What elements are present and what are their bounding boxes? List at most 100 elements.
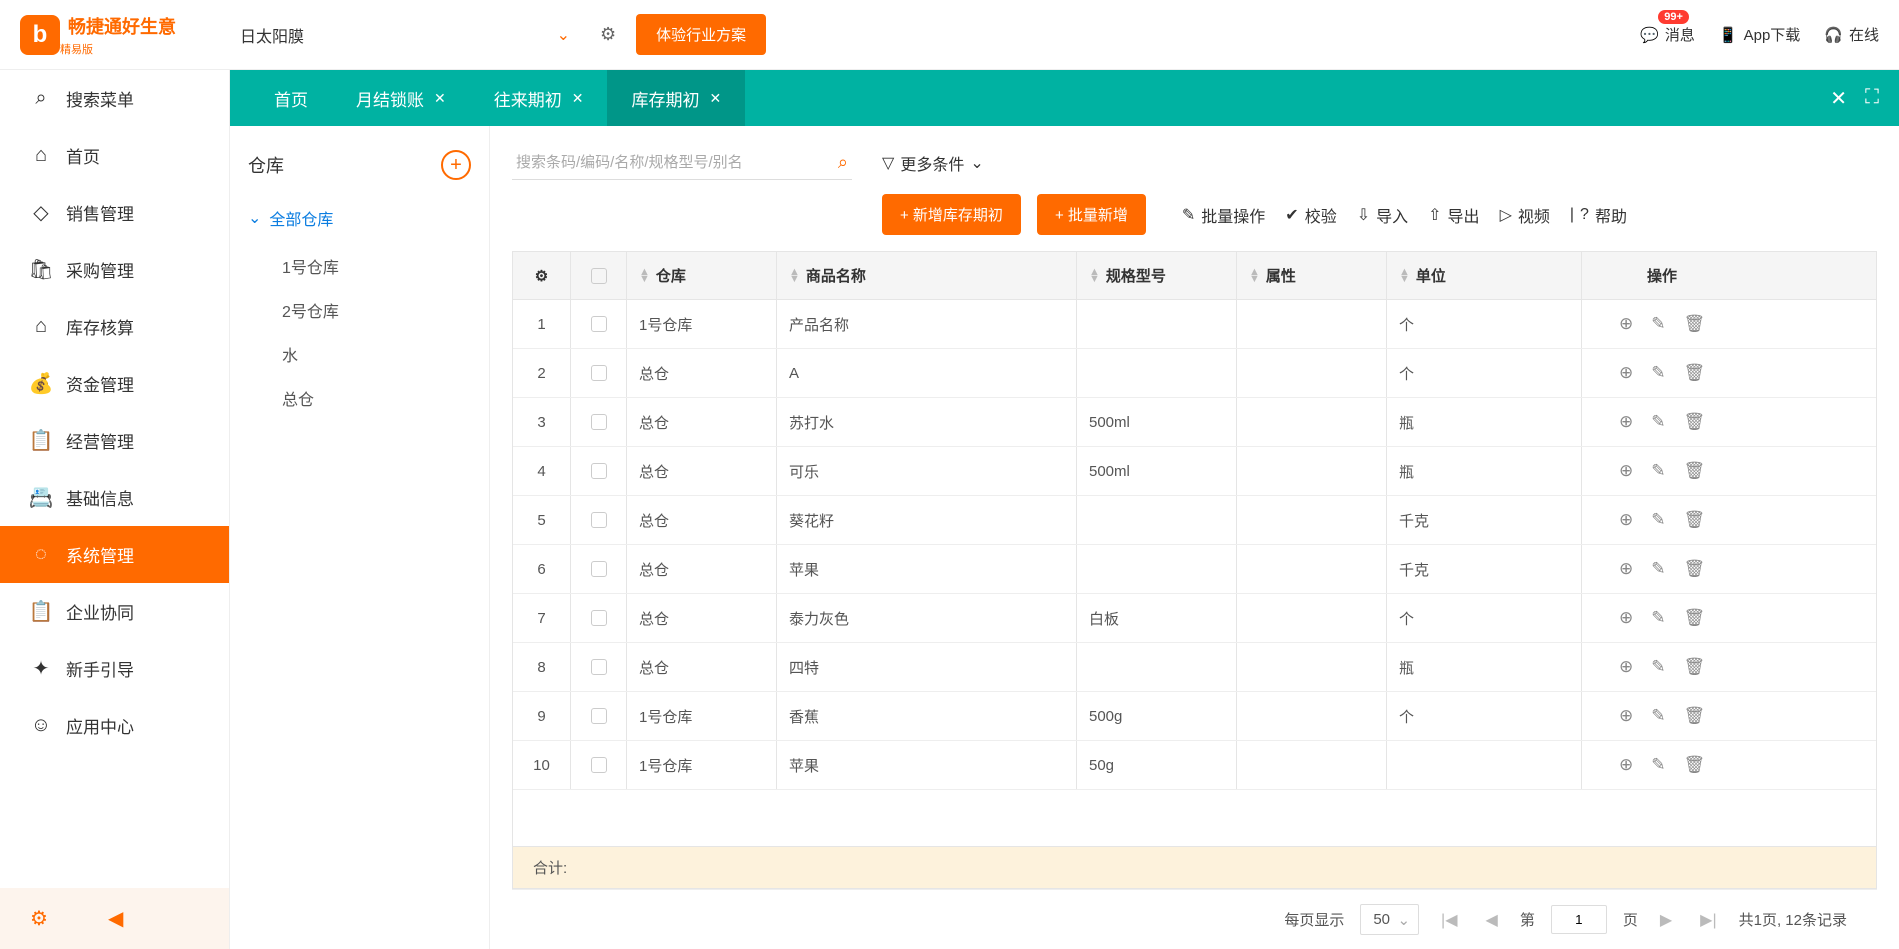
table-row[interactable]: 5 总仓 葵花籽 千克 ⊕ ✎ 🗑 <box>513 496 1876 545</box>
table-row[interactable]: 8 总仓 四特 瓶 ⊕ ✎ 🗑 <box>513 643 1876 692</box>
sidebar-item-inventory[interactable]: ⌂库存核算 <box>0 298 229 355</box>
header-messages[interactable]: 💬 消息 99+ <box>1640 24 1695 45</box>
copy-icon[interactable]: ⊕ <box>1619 559 1633 579</box>
sidebar-item-basic[interactable]: 📇基础信息 <box>0 469 229 526</box>
sidebar-item-search[interactable]: ⌕搜索菜单 <box>0 70 229 127</box>
column-spec[interactable]: ▲▼规格型号 <box>1077 252 1237 299</box>
checkbox-all[interactable] <box>591 268 607 284</box>
edit-icon[interactable]: ✎ <box>1651 461 1665 481</box>
action-edit[interactable]: ✎批量操作 <box>1182 203 1265 227</box>
edit-icon[interactable]: ✎ <box>1651 314 1665 334</box>
sidebar-item-business[interactable]: 📋经营管理 <box>0 412 229 469</box>
add-warehouse-button[interactable]: + <box>441 150 471 180</box>
table-row[interactable]: 10 1号仓库 苹果 50g ⊕ ✎ 🗑 <box>513 741 1876 790</box>
org-dropdown[interactable]: 日太阳膜 ⌄ <box>230 16 590 54</box>
column-product-name[interactable]: ▲▼商品名称 <box>777 252 1077 299</box>
row-checkbox[interactable] <box>591 512 607 528</box>
copy-icon[interactable]: ⊕ <box>1619 363 1633 383</box>
table-row[interactable]: 2 总仓 A 个 ⊕ ✎ 🗑 <box>513 349 1876 398</box>
edit-icon[interactable]: ✎ <box>1651 510 1665 530</box>
table-row[interactable]: 3 总仓 苏打水 500ml 瓶 ⊕ ✎ 🗑 <box>513 398 1876 447</box>
more-conditions[interactable]: ▽ 更多条件 ⌄ <box>882 151 984 175</box>
copy-icon[interactable]: ⊕ <box>1619 755 1633 775</box>
table-row[interactable]: 4 总仓 可乐 500ml 瓶 ⊕ ✎ 🗑 <box>513 447 1876 496</box>
sidebar-item-purchase[interactable]: 🛍采购管理 <box>0 241 229 298</box>
page-next[interactable]: ▶ <box>1654 906 1678 934</box>
column-unit[interactable]: ▲▼单位 <box>1387 252 1582 299</box>
delete-icon[interactable]: 🗑 <box>1683 755 1705 775</box>
gear-icon[interactable]: ⚙ <box>600 24 616 45</box>
delete-icon[interactable]: 🗑 <box>1683 314 1705 334</box>
row-checkbox[interactable] <box>591 561 607 577</box>
close-icon[interactable]: ✕ <box>434 90 446 107</box>
copy-icon[interactable]: ⊕ <box>1619 412 1633 432</box>
row-checkbox[interactable] <box>591 463 607 479</box>
sidebar-item-collab[interactable]: 📋企业协同 <box>0 583 229 640</box>
edit-icon[interactable]: ✎ <box>1651 755 1665 775</box>
row-checkbox[interactable] <box>591 659 607 675</box>
page-input[interactable] <box>1551 905 1607 934</box>
action-play[interactable]: ▷视频 <box>1500 203 1550 227</box>
tree-item[interactable]: 2号仓库 <box>248 288 471 332</box>
copy-icon[interactable]: ⊕ <box>1619 510 1633 530</box>
tree-item[interactable]: 1号仓库 <box>248 244 471 288</box>
tree-root[interactable]: ⌄ 全部仓库 <box>248 200 471 236</box>
tree-item[interactable]: 水 <box>248 332 471 376</box>
action-export[interactable]: ⇧导出 <box>1428 203 1479 227</box>
action-check[interactable]: ✔校验 <box>1285 203 1336 227</box>
tree-item[interactable]: 总仓 <box>248 376 471 420</box>
edit-icon[interactable]: ✎ <box>1651 608 1665 628</box>
copy-icon[interactable]: ⊕ <box>1619 706 1633 726</box>
settings-icon[interactable]: ⚙ <box>30 906 48 931</box>
header-online[interactable]: 🎧 在线 <box>1824 24 1879 45</box>
column-checkbox[interactable] <box>571 252 627 299</box>
delete-icon[interactable]: 🗑 <box>1683 461 1705 481</box>
copy-icon[interactable]: ⊕ <box>1619 461 1633 481</box>
search-input[interactable] <box>516 154 838 171</box>
tab-库存期初[interactable]: 库存期初✕ <box>607 70 745 126</box>
row-checkbox[interactable] <box>591 708 607 724</box>
batch-add-button[interactable]: + 批量新增 <box>1037 194 1146 235</box>
copy-icon[interactable]: ⊕ <box>1619 608 1633 628</box>
delete-icon[interactable]: 🗑 <box>1683 363 1705 383</box>
copy-icon[interactable]: ⊕ <box>1619 314 1633 334</box>
collapse-icon[interactable]: ◀ <box>108 906 123 931</box>
tab-月结锁账[interactable]: 月结锁账✕ <box>332 70 470 126</box>
edit-icon[interactable]: ✎ <box>1651 559 1665 579</box>
table-row[interactable]: 1 1号仓库 产品名称 个 ⊕ ✎ 🗑 <box>513 300 1876 349</box>
row-checkbox[interactable] <box>591 414 607 430</box>
edit-icon[interactable]: ✎ <box>1651 363 1665 383</box>
page-prev[interactable]: ◀ <box>1480 906 1504 934</box>
delete-icon[interactable]: 🗑 <box>1683 412 1705 432</box>
delete-icon[interactable]: 🗑 <box>1683 608 1705 628</box>
close-icon[interactable]: ✕ <box>709 90 721 107</box>
action-help[interactable]: | ?帮助 <box>1570 203 1627 227</box>
row-checkbox[interactable] <box>591 610 607 626</box>
page-first[interactable]: |◀ <box>1435 906 1463 934</box>
sidebar-item-apps[interactable]: ☺应用中心 <box>0 697 229 754</box>
edit-icon[interactable]: ✎ <box>1651 706 1665 726</box>
delete-icon[interactable]: 🗑 <box>1683 510 1705 530</box>
add-inventory-button[interactable]: + 新增库存期初 <box>882 194 1021 235</box>
action-import[interactable]: ⇩导入 <box>1357 203 1408 227</box>
experience-button[interactable]: 体验行业方案 <box>636 14 766 55</box>
sidebar-item-sales[interactable]: ◇销售管理 <box>0 184 229 241</box>
search-icon[interactable]: ⌕ <box>838 152 848 173</box>
delete-icon[interactable]: 🗑 <box>1683 657 1705 677</box>
column-settings[interactable]: ⚙ <box>513 252 571 299</box>
edit-icon[interactable]: ✎ <box>1651 657 1665 677</box>
table-row[interactable]: 7 总仓 泰力灰色 白板 个 ⊕ ✎ 🗑 <box>513 594 1876 643</box>
row-checkbox[interactable] <box>591 316 607 332</box>
row-checkbox[interactable] <box>591 757 607 773</box>
sidebar-item-system[interactable]: ◌系统管理 <box>0 526 229 583</box>
delete-icon[interactable]: 🗑 <box>1683 706 1705 726</box>
sidebar-item-home[interactable]: ⌂首页 <box>0 127 229 184</box>
sidebar-item-newbie[interactable]: ✦新手引导 <box>0 640 229 697</box>
page-last[interactable]: ▶| <box>1694 906 1722 934</box>
delete-icon[interactable]: 🗑 <box>1683 559 1705 579</box>
tab-首页[interactable]: 首页 <box>250 70 332 126</box>
edit-icon[interactable]: ✎ <box>1651 412 1665 432</box>
per-page-select[interactable]: 50 ⌄ <box>1360 904 1419 935</box>
column-warehouse[interactable]: ▲▼仓库 <box>627 252 777 299</box>
fullscreen-icon[interactable]: ⛶ <box>1865 86 1879 111</box>
